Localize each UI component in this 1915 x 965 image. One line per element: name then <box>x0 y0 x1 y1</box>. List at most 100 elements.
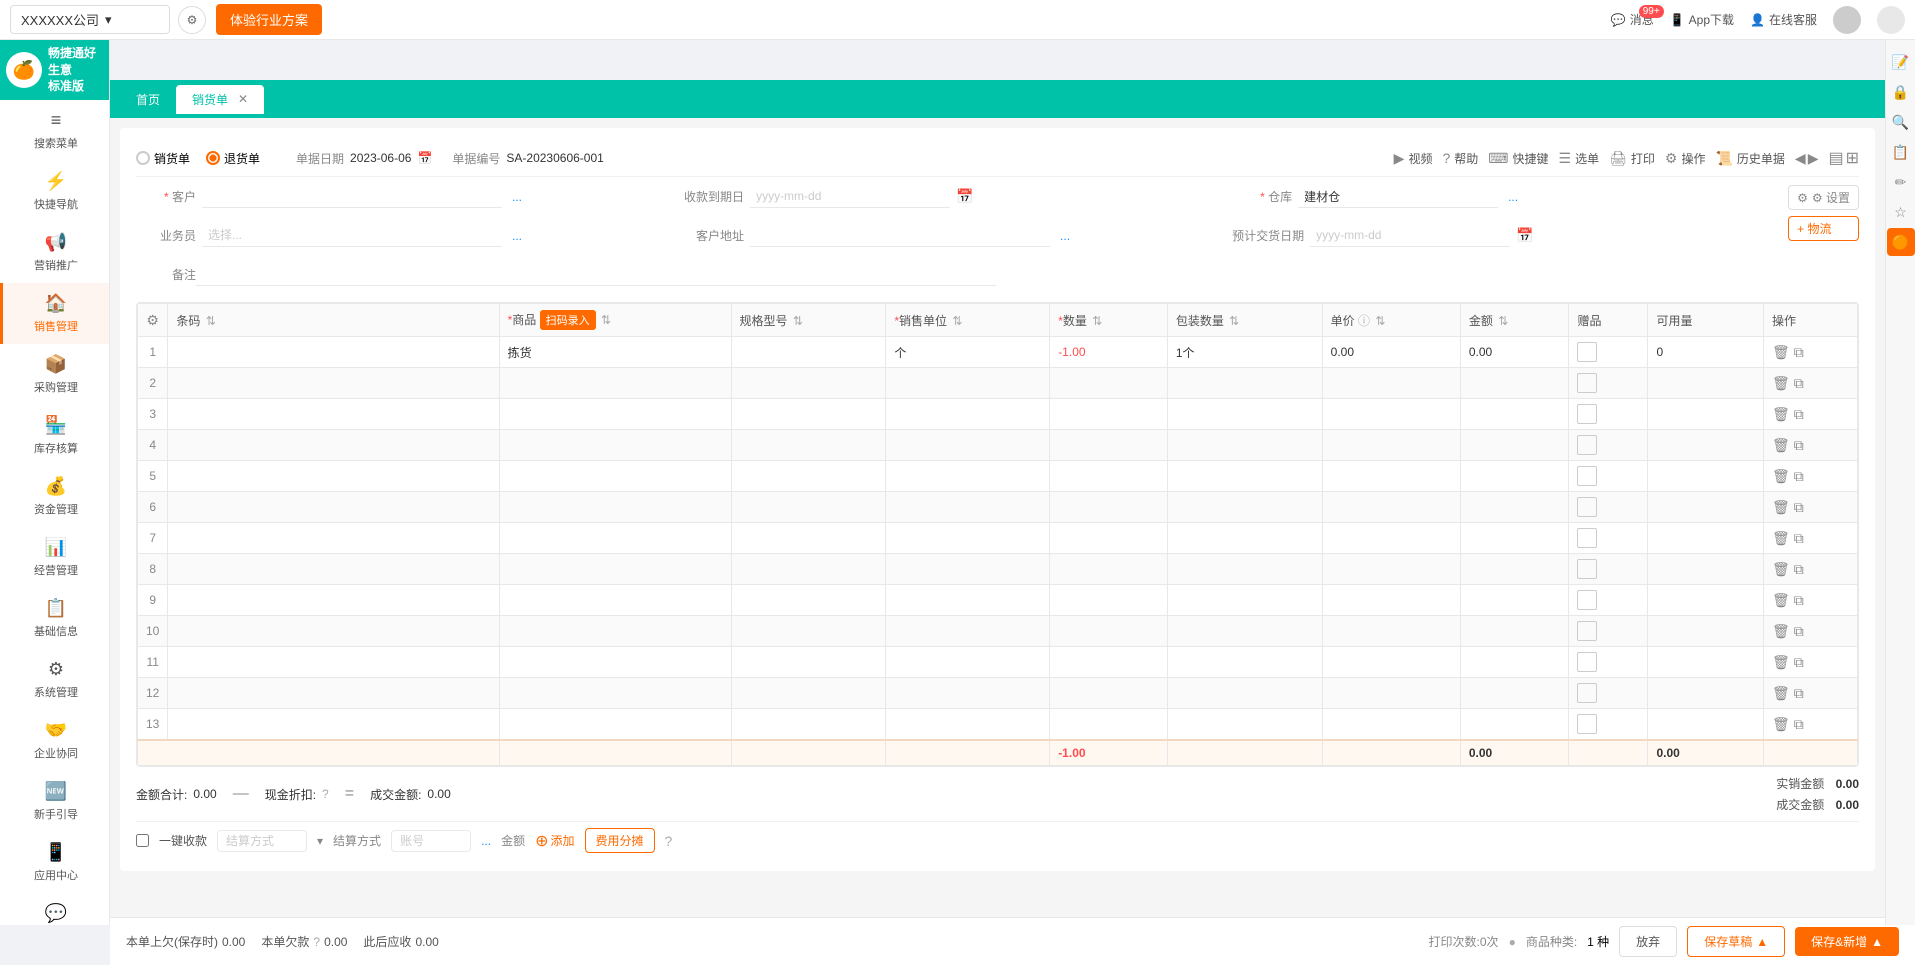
tab-sales-order[interactable]: 销货单 ✕ <box>176 85 264 114</box>
sidebar-item-inventory[interactable]: 🏪 库存核算 <box>0 405 109 466</box>
delete-row-icon[interactable]: 🗑 <box>1772 499 1790 516</box>
payment-due-input[interactable] <box>750 185 950 208</box>
avatar[interactable] <box>1833 6 1861 34</box>
delete-row-icon[interactable]: 🗑 <box>1772 592 1790 609</box>
row-spec[interactable] <box>731 647 886 678</box>
row-unit-price[interactable] <box>1322 616 1460 647</box>
payment-due-calendar-icon[interactable]: 📅 <box>956 188 973 205</box>
next-arrow[interactable]: ▶ <box>1808 150 1819 167</box>
return-order-radio[interactable]: 退货单 <box>206 150 260 167</box>
row-pkg-qty[interactable] <box>1167 585 1322 616</box>
row-unit-price[interactable] <box>1322 678 1460 709</box>
avatar-extra[interactable] <box>1877 6 1905 34</box>
row-spec[interactable] <box>731 616 886 647</box>
row-barcode[interactable] <box>168 337 499 368</box>
row-barcode[interactable] <box>168 368 499 399</box>
sidebar-item-basics[interactable]: 📋 基础信息 <box>0 588 109 649</box>
notes-input[interactable] <box>196 263 996 286</box>
table-settings-icon[interactable]: ⚙ <box>146 312 159 328</box>
select-action[interactable]: ☰ 选单 <box>1559 150 1600 167</box>
right-panel-star[interactable]: ☆ <box>1887 198 1915 226</box>
delivery-date-calendar-icon[interactable]: 📅 <box>1516 227 1533 244</box>
row-pkg-qty[interactable] <box>1167 492 1322 523</box>
row-product[interactable] <box>499 647 731 678</box>
row-product[interactable] <box>499 399 731 430</box>
row-product[interactable]: 拣货 <box>499 337 731 368</box>
right-panel-note[interactable]: 📝 <box>1887 48 1915 76</box>
row-gift[interactable] <box>1569 709 1648 741</box>
row-quantity[interactable] <box>1050 430 1168 461</box>
sidebar-item-newbie[interactable]: 🆕 新手引导 <box>0 771 109 832</box>
row-unit[interactable] <box>886 709 1050 741</box>
company-selector[interactable]: XXXXXX公司 ▾ <box>10 5 170 34</box>
row-unit[interactable] <box>886 616 1050 647</box>
salesman-dots[interactable]: ... <box>512 229 522 243</box>
copy-row-icon[interactable]: ⧉ <box>1794 592 1804 609</box>
sidebar-item-finance[interactable]: 💰 资金管理 <box>0 466 109 527</box>
row-barcode[interactable] <box>168 678 499 709</box>
row-unit[interactable] <box>886 523 1050 554</box>
sidebar-item-marketing[interactable]: 📢 营销推广 <box>0 222 109 283</box>
copy-row-icon[interactable]: ⧉ <box>1794 406 1804 423</box>
row-amount[interactable] <box>1460 554 1569 585</box>
row-barcode[interactable] <box>168 492 499 523</box>
row-barcode[interactable] <box>168 399 499 430</box>
row-gift[interactable] <box>1569 461 1648 492</box>
row-quantity[interactable] <box>1050 492 1168 523</box>
row-spec[interactable] <box>731 709 886 741</box>
row-spec[interactable] <box>731 585 886 616</box>
discard-button[interactable]: 放弃 <box>1619 926 1677 957</box>
row-unit-price[interactable] <box>1322 523 1460 554</box>
row-product[interactable] <box>499 461 731 492</box>
customer-input[interactable] <box>202 185 502 208</box>
copy-row-icon[interactable]: ⧉ <box>1794 437 1804 454</box>
delete-row-icon[interactable]: 🗑 <box>1772 344 1790 361</box>
shortcut-action[interactable]: ⌨ 快捷键 <box>1488 150 1548 167</box>
delete-row-icon[interactable]: 🗑 <box>1772 716 1790 733</box>
message-button[interactable]: 💬 消息 99+ <box>1611 11 1654 28</box>
row-barcode[interactable] <box>168 585 499 616</box>
row-product[interactable] <box>499 368 731 399</box>
row-barcode[interactable] <box>168 430 499 461</box>
row-gift[interactable] <box>1569 678 1648 709</box>
right-panel-edit[interactable]: ✏ <box>1887 168 1915 196</box>
row-gift[interactable] <box>1569 616 1648 647</box>
row-amount[interactable] <box>1460 616 1569 647</box>
row-unit-price[interactable] <box>1322 461 1460 492</box>
row-pkg-qty[interactable] <box>1167 678 1322 709</box>
sidebar-item-collab[interactable]: 🤝 企业协同 <box>0 710 109 771</box>
delete-row-icon[interactable]: 🗑 <box>1772 530 1790 547</box>
copy-row-icon[interactable]: ⧉ <box>1794 654 1804 671</box>
row-spec[interactable] <box>731 461 886 492</box>
delete-row-icon[interactable]: 🗑 <box>1772 685 1790 702</box>
scan-button[interactable]: 扫码录入 <box>540 310 596 330</box>
row-gift[interactable] <box>1569 585 1648 616</box>
row-quantity[interactable] <box>1050 709 1168 741</box>
history-action[interactable]: 📜 历史单据 <box>1715 150 1784 167</box>
row-pkg-qty[interactable] <box>1167 709 1322 741</box>
print-action[interactable]: 🖨 打印 <box>1609 150 1655 167</box>
row-spec[interactable] <box>731 554 886 585</box>
sidebar-item-apps[interactable]: 📱 应用中心 <box>0 832 109 893</box>
warehouse-dots[interactable]: ... <box>1508 190 1518 204</box>
trial-button[interactable]: 体验行业方案 <box>216 4 322 35</box>
row-barcode[interactable] <box>168 616 499 647</box>
sidebar-item-sales[interactable]: 🏠 销售管理 <box>0 283 109 344</box>
one-click-payment-checkbox[interactable] <box>136 834 149 847</box>
copy-row-icon[interactable]: ⧉ <box>1794 716 1804 733</box>
row-amount[interactable] <box>1460 430 1569 461</box>
row-amount[interactable] <box>1460 678 1569 709</box>
delete-row-icon[interactable]: 🗑 <box>1772 468 1790 485</box>
row-amount[interactable] <box>1460 461 1569 492</box>
delete-row-icon[interactable]: 🗑 <box>1772 654 1790 671</box>
tab-home[interactable]: 首页 <box>120 85 176 114</box>
sidebar-item-wechat[interactable]: 💬 企业微信 <box>0 893 109 925</box>
row-product[interactable] <box>499 616 731 647</box>
delete-row-icon[interactable]: 🗑 <box>1772 437 1790 454</box>
row-unit-price[interactable]: 0.00 <box>1322 337 1460 368</box>
row-pkg-qty[interactable] <box>1167 368 1322 399</box>
row-product[interactable] <box>499 585 731 616</box>
row-gift[interactable] <box>1569 368 1648 399</box>
delete-row-icon[interactable]: 🗑 <box>1772 561 1790 578</box>
row-product[interactable] <box>499 523 731 554</box>
